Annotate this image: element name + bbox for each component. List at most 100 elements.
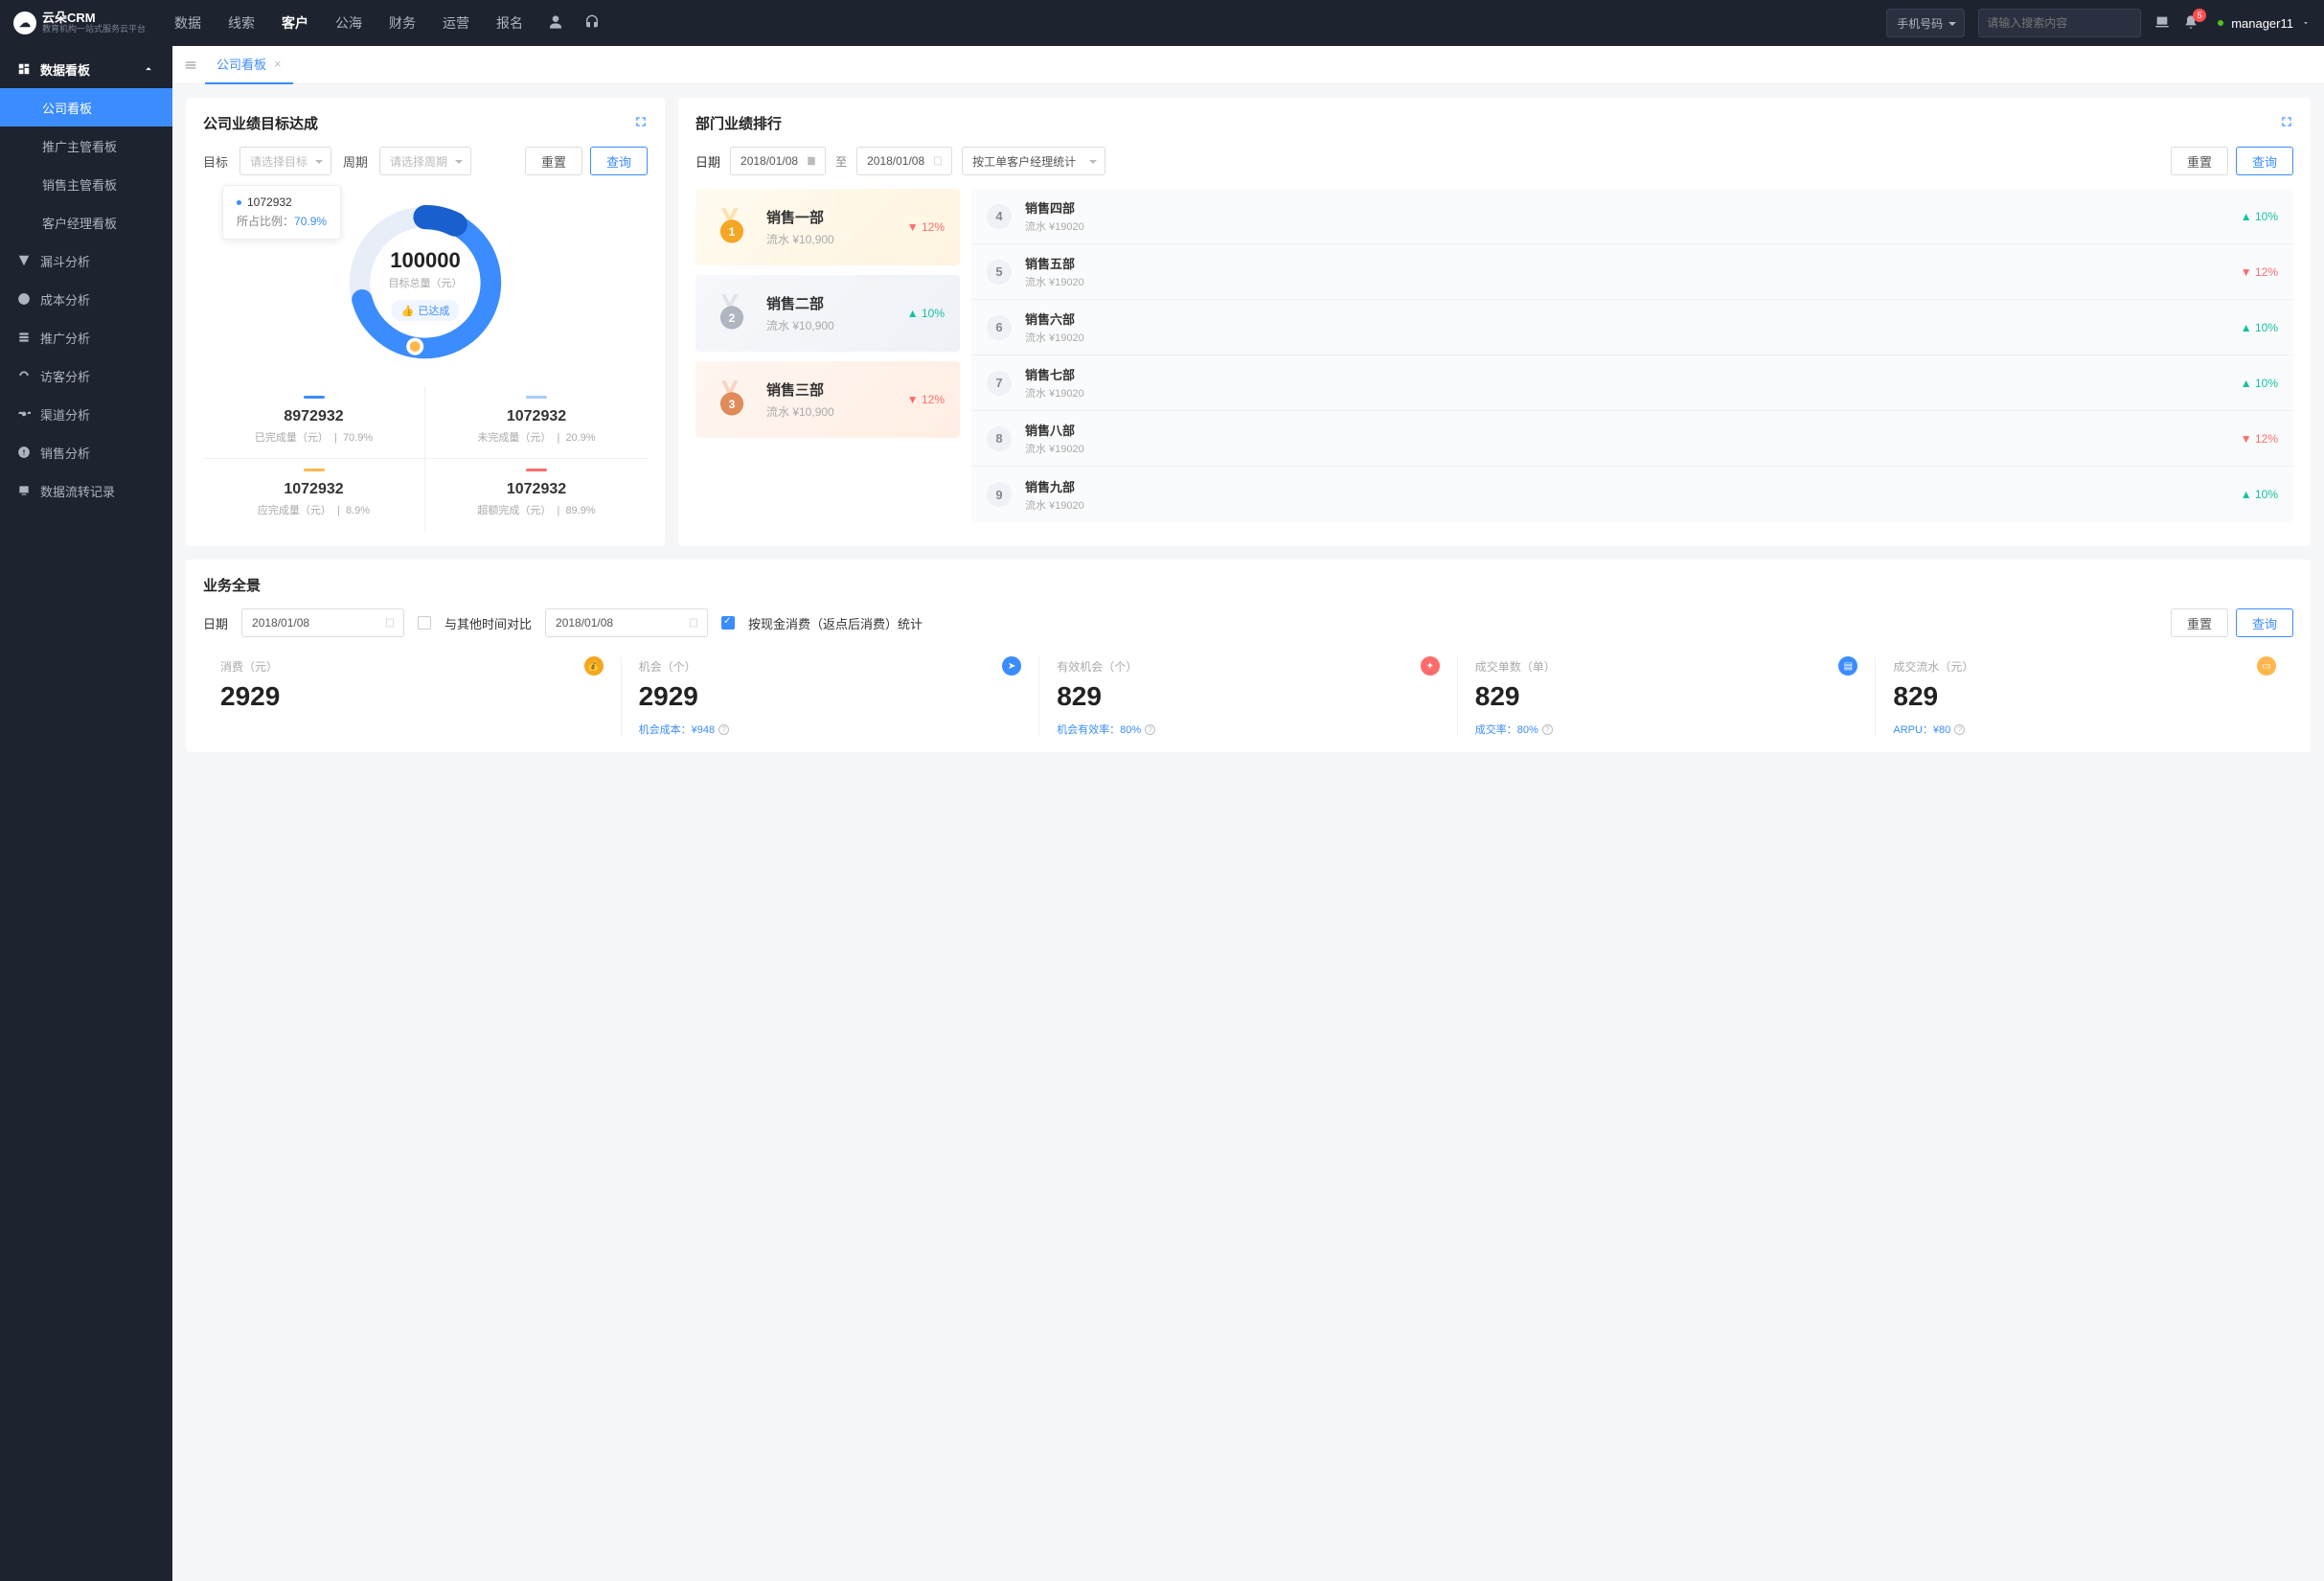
- help-icon[interactable]: ?: [718, 724, 729, 735]
- select-goal[interactable]: 请选择目标: [239, 147, 331, 175]
- achieved-badge: 👍 已达成: [392, 300, 460, 321]
- nav-item[interactable]: 线索: [228, 13, 255, 33]
- chevron-up-icon: [142, 62, 155, 76]
- close-icon[interactable]: ×: [274, 57, 282, 71]
- monitor-icon[interactable]: [2154, 14, 2170, 33]
- nav-item[interactable]: 客户: [282, 13, 308, 33]
- help-icon[interactable]: ?: [1954, 724, 1965, 735]
- query-button[interactable]: 查询: [590, 147, 648, 175]
- label-goal: 目标: [203, 152, 228, 171]
- label-date: 日期: [203, 614, 228, 632]
- sidebar-item[interactable]: 公司看板: [0, 88, 172, 126]
- sidebar-group-label: 数据看板: [40, 60, 90, 79]
- search-box: [1978, 9, 2141, 37]
- chevron-down-icon: [2301, 18, 2311, 28]
- sidebar-item[interactable]: 销售主管看板: [0, 165, 172, 203]
- sidebar-item[interactable]: 数据流转记录: [0, 471, 172, 510]
- select-period[interactable]: 请选择周期: [379, 147, 471, 175]
- medal-icon: 3: [711, 378, 753, 421]
- search-input[interactable]: [1987, 16, 2135, 30]
- sidebar-group-dashboard[interactable]: 数据看板: [0, 50, 172, 88]
- card-overview: 业务全景 日期 2018/01/08 与其他时间对比 2018/01/08 按现…: [186, 560, 2311, 752]
- bell-icon[interactable]: 5: [2183, 14, 2199, 33]
- date-to-input[interactable]: 2018/01/08: [856, 147, 952, 175]
- compare-date-input[interactable]: 2018/01/08: [545, 608, 708, 637]
- search-type-select[interactable]: 手机号码: [1886, 9, 1965, 37]
- compare-label: 与其他时间对比: [444, 614, 532, 632]
- sidebar-item[interactable]: 客户经理看板: [0, 203, 172, 241]
- query-button[interactable]: 查询: [2236, 608, 2293, 637]
- label-period: 周期: [343, 152, 368, 171]
- sidebar-item[interactable]: 访客分析: [0, 356, 172, 395]
- headset-icon[interactable]: [584, 14, 600, 33]
- calendar-icon: [384, 617, 396, 629]
- reset-button[interactable]: 重置: [2171, 608, 2228, 637]
- calendar-icon: [688, 617, 699, 629]
- menu-item-icon: [17, 446, 31, 459]
- sidebar-item[interactable]: 销售分析: [0, 433, 172, 471]
- svg-text:3: 3: [729, 398, 736, 411]
- date-from-input[interactable]: 2018/01/08: [730, 147, 826, 175]
- rank-top3: 3销售三部流水 ¥10,900▼ 12%: [695, 361, 960, 438]
- tab-company-board[interactable]: 公司看板 ×: [205, 46, 293, 84]
- kpi: 有效机会（个）✦829机会有效率：80%?: [1039, 656, 1458, 737]
- kpi-icon: ▭: [2257, 656, 2276, 676]
- status-dot-icon: [2218, 20, 2223, 26]
- card-overview-title: 业务全景: [203, 575, 261, 595]
- metric: 1072932超额完成（元） | 89.9%: [425, 459, 648, 531]
- sidebar-item[interactable]: 推广分析: [0, 318, 172, 356]
- svg-text:1: 1: [729, 225, 736, 239]
- svg-text:2: 2: [729, 311, 736, 325]
- top-quick-icons: [548, 14, 600, 33]
- nav-item[interactable]: 数据: [174, 13, 201, 33]
- topbar: ☁ 云朵CRM 教育机构一站式服务云平台 数据线索客户公海财务运营报名 手机号码…: [0, 0, 2324, 46]
- kpi: 成交单数（单）▤829成交率：80%?: [1458, 656, 1877, 737]
- sidebar-item[interactable]: 渠道分析: [0, 395, 172, 433]
- overview-date-input[interactable]: 2018/01/08: [241, 608, 404, 637]
- rank-row: 7销售七部流水 ¥19020▲ 10%: [971, 355, 2293, 411]
- help-icon[interactable]: ?: [1542, 724, 1553, 735]
- menu-icon[interactable]: [184, 58, 197, 72]
- medal-icon: 1: [711, 206, 753, 248]
- kpi-icon: ▤: [1838, 656, 1857, 676]
- nav-item[interactable]: 财务: [389, 13, 416, 33]
- reset-button[interactable]: 重置: [2171, 147, 2228, 175]
- rank-row: 5销售五部流水 ¥19020▼ 12%: [971, 244, 2293, 300]
- expand-icon[interactable]: [634, 115, 648, 131]
- query-button[interactable]: 查询: [2236, 147, 2293, 175]
- user-menu[interactable]: manager11: [2218, 16, 2311, 31]
- card-target: 公司业绩目标达成 目标 请选择目标 周期 请选择周期 重置 查询: [186, 98, 665, 546]
- sidebar-item[interactable]: 成本分析: [0, 280, 172, 318]
- dashboard-icon: [17, 62, 31, 76]
- calendar-icon: [806, 155, 817, 167]
- menu-item-icon: [17, 407, 31, 421]
- nav-item[interactable]: 报名: [496, 13, 523, 33]
- thumb-icon: 👍: [401, 305, 415, 317]
- nav-item[interactable]: 运营: [443, 13, 469, 33]
- kpi: 成交流水（元）▭829ARPU：¥80?: [1876, 656, 2293, 737]
- stat-checkbox[interactable]: [721, 616, 735, 630]
- rank-top2: 2销售二部流水 ¥10,900▲ 10%: [695, 275, 960, 352]
- target-total: 100000: [389, 248, 463, 273]
- kpi: 机会（个）➤2929机会成本：¥948?: [622, 656, 1040, 737]
- compare-checkbox[interactable]: [418, 616, 431, 630]
- sidebar-item[interactable]: 推广主管看板: [0, 126, 172, 165]
- nav-item[interactable]: 公海: [335, 13, 362, 33]
- reset-button[interactable]: 重置: [525, 147, 582, 175]
- expand-icon[interactable]: [2280, 115, 2293, 131]
- menu-item-icon: [17, 369, 31, 382]
- stat-label: 按现金消费（返点后消费）统计: [748, 614, 923, 632]
- cloud-icon: ☁: [13, 11, 36, 34]
- tabs-bar: 公司看板 ×: [172, 46, 2324, 84]
- help-icon[interactable]: ?: [1145, 724, 1155, 735]
- notif-badge: 5: [2193, 9, 2206, 22]
- date-to-label: 至: [835, 153, 847, 170]
- user-icon[interactable]: [548, 14, 563, 33]
- sidebar-item[interactable]: 漏斗分析: [0, 241, 172, 280]
- metric: 1072932应完成量（元） | 8.9%: [203, 459, 425, 531]
- kpi-icon: ✦: [1421, 656, 1440, 676]
- calendar-icon: [932, 155, 944, 167]
- top-nav: 数据 线索 客户 公海 财务 运营 报名: [174, 13, 523, 33]
- sort-select[interactable]: 按工单客户经理统计: [962, 147, 1105, 175]
- chart-tooltip: 1072932 所占比例：70.9%: [222, 185, 341, 240]
